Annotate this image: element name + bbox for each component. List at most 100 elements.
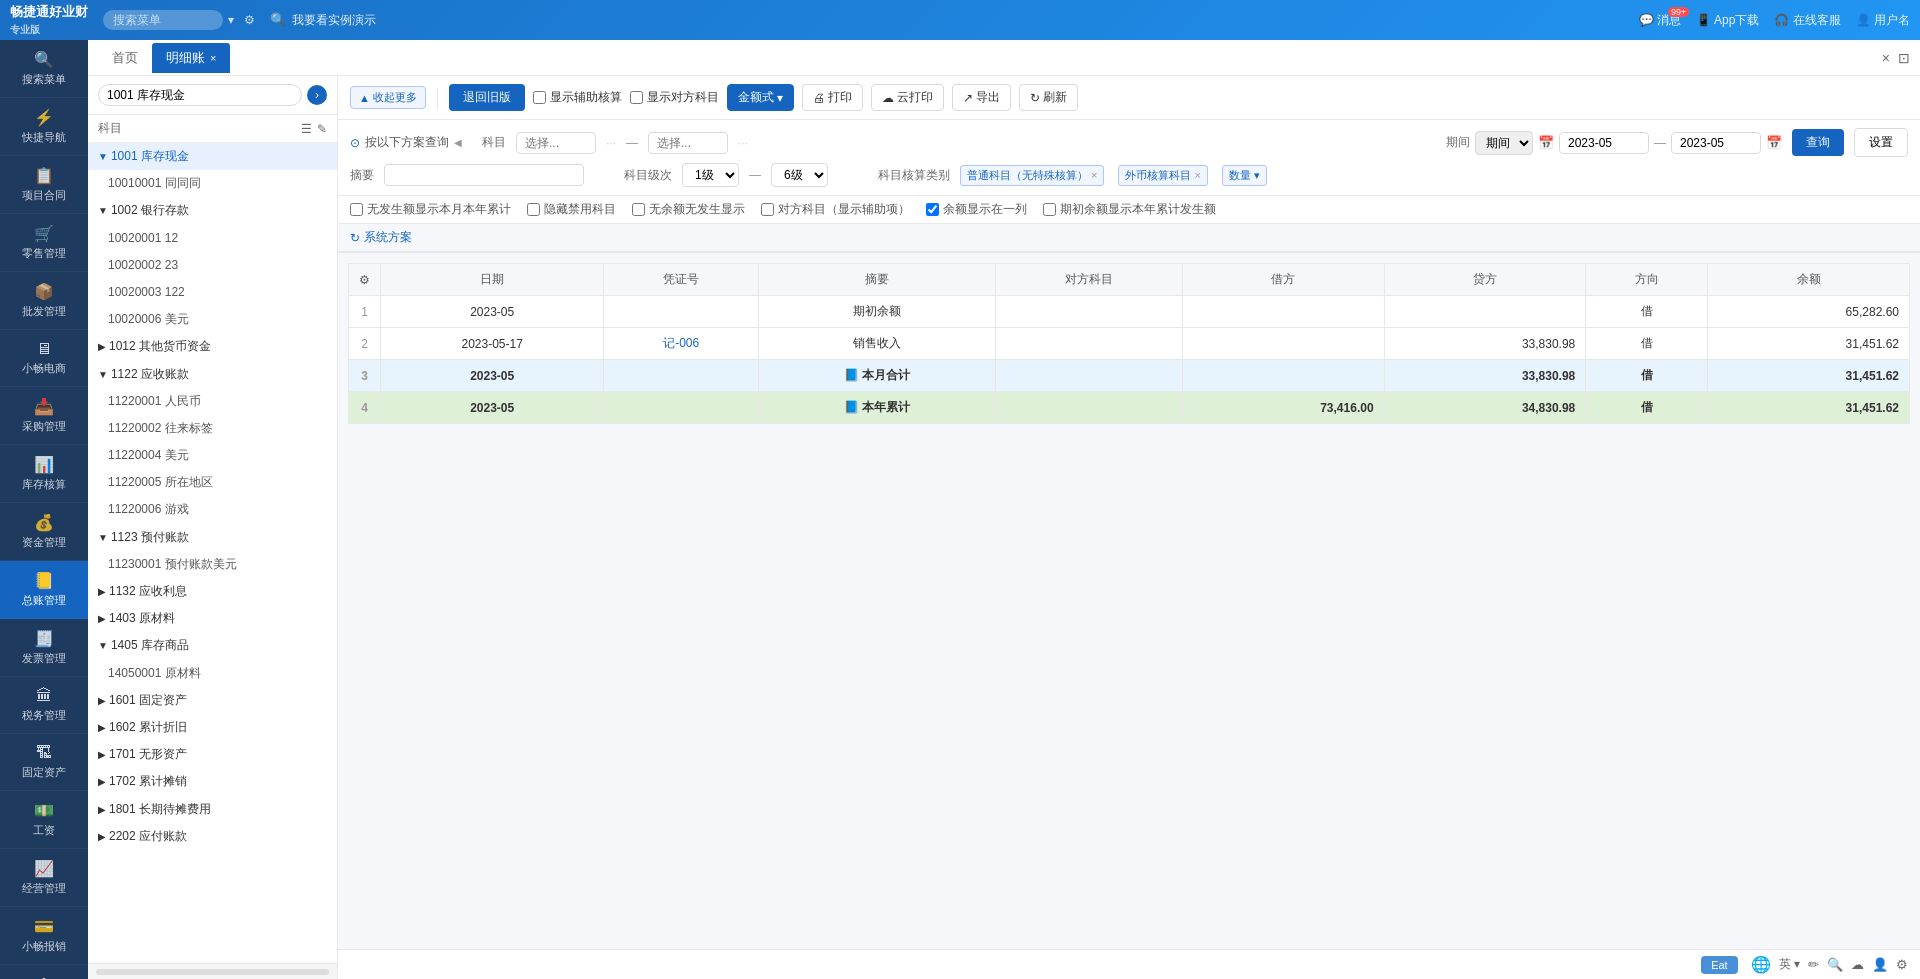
cloud-print-btn[interactable]: ☁ 云打印 <box>871 84 944 111</box>
tree-node-2202[interactable]: ▶2202 应付账款 <box>88 823 337 850</box>
bottom-extra-icon[interactable]: ⚙ <box>1896 957 1908 972</box>
top-search-input[interactable] <box>103 10 223 30</box>
dropdown-icon-3[interactable]: ▾ <box>1254 169 1260 182</box>
sidebar-item-salary[interactable]: 💵 工资 <box>0 791 88 849</box>
subject-end-input[interactable] <box>648 132 728 154</box>
cb-opening-balance[interactable]: 期初余额显示本年累计发生额 <box>1043 201 1216 218</box>
online-service-link[interactable]: 🎧 在线客服 <box>1774 12 1840 29</box>
bottom-edit-icon[interactable]: ✏ <box>1808 957 1819 972</box>
level-start-select[interactable]: 1级2级3级 <box>682 163 739 187</box>
export-btn[interactable]: ↗ 导出 <box>952 84 1011 111</box>
tree-node-1601[interactable]: ▶1601 固定资产 <box>88 687 337 714</box>
app-download-link[interactable]: 📱 App下载 <box>1696 12 1759 29</box>
tree-node-10020001[interactable]: 10020001 12 <box>88 225 337 252</box>
period-type-select[interactable]: 期间 <box>1475 131 1533 155</box>
sidebar-item-fixed-assets[interactable]: 🏗 固定资产 <box>0 734 88 791</box>
refresh-btn[interactable]: ↻ 刷新 <box>1019 84 1078 111</box>
tree-node-1602[interactable]: ▶1602 累计折旧 <box>88 714 337 741</box>
tree-node-10020002[interactable]: 10020002 23 <box>88 252 337 279</box>
tree-node-1122[interactable]: ▼1122 应收账款 <box>88 361 337 388</box>
eat-btn[interactable]: Eat <box>1701 956 1738 974</box>
tree-node-11220006[interactable]: 11220006 游戏 <box>88 496 337 523</box>
tree-node-11220002[interactable]: 11220002 往来标签 <box>88 415 337 442</box>
demo-link[interactable]: 🔍 我要看实例演示 <box>270 12 376 29</box>
sidebar-item-retail[interactable]: 🛒 零售管理 <box>0 214 88 272</box>
tree-node-10020003[interactable]: 10020003 122 <box>88 279 337 306</box>
level-end-select[interactable]: 6级5级4级 <box>771 163 828 187</box>
message-badge[interactable]: 💬 消息 99+ <box>1639 12 1681 29</box>
settings-btn[interactable]: 设置 <box>1854 128 1908 157</box>
tab-home[interactable]: 首页 <box>98 43 152 73</box>
sidebar-item-invoice[interactable]: 🧾 发票管理 <box>0 619 88 677</box>
sidebar-item-search[interactable]: 🔍 搜索菜单 <box>0 40 88 98</box>
cb-hide-disabled[interactable]: 隐藏禁用科目 <box>527 201 616 218</box>
tree-node-10010001[interactable]: 10010001 同同同 <box>88 170 337 197</box>
type-tag-normal[interactable]: 普通科目（无特殊核算） × <box>960 165 1104 186</box>
period-start-input[interactable] <box>1559 132 1649 154</box>
type-tag-quantity[interactable]: 数量 ▾ <box>1222 165 1267 186</box>
bottom-person-icon[interactable]: 👤 <box>1872 957 1888 972</box>
return-old-version-btn[interactable]: 退回旧版 <box>449 84 525 111</box>
print-btn[interactable]: 🖨 打印 <box>802 84 863 111</box>
tree-node-1002[interactable]: ▼1002 银行存款 <box>88 197 337 224</box>
bottom-zoom-icon[interactable]: 🔍 <box>1827 957 1843 972</box>
tree-node-1001[interactable]: ▼1001 库存现金 <box>88 143 337 170</box>
scheme-btn[interactable]: ↻ 系统方案 <box>350 229 412 246</box>
sidebar-item-expense[interactable]: 💳 小畅报销 <box>0 907 88 965</box>
sidebar-item-project[interactable]: 📋 项目合同 <box>0 156 88 214</box>
tab-close-icon[interactable]: × <box>210 52 216 64</box>
bottom-lang-icon[interactable]: 🌐 <box>1751 955 1771 974</box>
sidebar-item-ecommerce[interactable]: 🖥 小畅电商 <box>0 330 88 387</box>
sidebar-item-quicknav[interactable]: ⚡ 快捷导航 <box>0 98 88 156</box>
sidebar-item-basic-info[interactable]: ℹ 基础信息 <box>0 965 88 979</box>
tab-close-btn[interactable]: × <box>1882 50 1890 66</box>
tree-scrollbar[interactable] <box>88 963 337 979</box>
tree-node-1405[interactable]: ▼1405 库存商品 <box>88 632 337 659</box>
period-calendar-icon-2[interactable]: 📅 <box>1766 135 1782 150</box>
query-btn[interactable]: 查询 <box>1792 129 1844 156</box>
cb-no-balance[interactable]: 无余额无发生显示 <box>632 201 745 218</box>
tree-node-11220001[interactable]: 11220001 人民币 <box>88 388 337 415</box>
tree-node-1702[interactable]: ▶1702 累计摊销 <box>88 768 337 795</box>
settings-gear-icon[interactable]: ⚙ <box>244 13 255 27</box>
tree-node-14050001[interactable]: 14050001 原材料 <box>88 660 337 687</box>
tree-node-10020006[interactable]: 10020006 美元 <box>88 306 337 333</box>
type-tag-foreign[interactable]: 外币核算科目 × <box>1118 165 1207 186</box>
tree-node-1012[interactable]: ▶1012 其他货币资金 <box>88 333 337 360</box>
amount-mode-btn[interactable]: 金额式 ▾ <box>727 84 794 111</box>
user-avatar[interactable]: 👤 用户名 <box>1856 12 1910 29</box>
sidebar-item-purchase[interactable]: 📥 采购管理 <box>0 387 88 445</box>
summary-input[interactable] <box>384 164 584 186</box>
tag-close-icon[interactable]: × <box>1091 169 1097 181</box>
bottom-text-en[interactable]: 英 ▾ <box>1779 956 1800 973</box>
show-assist-check[interactable]: 显示辅助核算 <box>533 89 622 106</box>
tree-node-11220004[interactable]: 11220004 美元 <box>88 442 337 469</box>
sidebar-item-wholesale[interactable]: 📦 批发管理 <box>0 272 88 330</box>
tree-list-icon[interactable]: ☰ <box>301 122 312 136</box>
bottom-cloud-icon[interactable]: ☁ <box>1851 957 1864 972</box>
sidebar-item-tax[interactable]: 🏛 税务管理 <box>0 677 88 734</box>
period-calendar-icon[interactable]: 📅 <box>1538 135 1554 150</box>
tree-node-11220005[interactable]: 11220005 所在地区 <box>88 469 337 496</box>
tree-search-input[interactable] <box>98 84 302 106</box>
tree-node-1132[interactable]: ▶1132 应收利息 <box>88 578 337 605</box>
tree-node-1701[interactable]: ▶1701 无形资产 <box>88 741 337 768</box>
tab-detail[interactable]: 明细账 × <box>152 43 230 73</box>
tree-node-11230001[interactable]: 11230001 预付账款美元 <box>88 551 337 578</box>
subject-start-input[interactable] <box>516 132 596 154</box>
sidebar-item-management[interactable]: 📈 经营管理 <box>0 849 88 907</box>
sidebar-item-ledger[interactable]: 📒 总账管理 <box>0 561 88 619</box>
cb-opposite-subject[interactable]: 对方科目（显示辅助项） <box>761 201 910 218</box>
tree-nav-btn[interactable]: › <box>307 85 327 105</box>
period-end-input[interactable] <box>1671 132 1761 154</box>
tree-node-1123[interactable]: ▼1123 预付账款 <box>88 524 337 551</box>
tab-restore-btn[interactable]: ⊡ <box>1898 50 1910 66</box>
tag-close-icon-2[interactable]: × <box>1194 169 1200 181</box>
sidebar-item-inventory[interactable]: 📊 库存核算 <box>0 445 88 503</box>
show-opposite-check[interactable]: 显示对方科目 <box>630 89 719 106</box>
cb-no-amount[interactable]: 无发生额显示本月本年累计 <box>350 201 511 218</box>
cb-balance-one-col[interactable]: 余额显示在一列 <box>926 201 1027 218</box>
tree-node-1801[interactable]: ▶1801 长期待摊费用 <box>88 796 337 823</box>
expand-filter-btn[interactable]: ▲ 收起更多 <box>350 86 426 109</box>
sidebar-item-fund[interactable]: 💰 资金管理 <box>0 503 88 561</box>
